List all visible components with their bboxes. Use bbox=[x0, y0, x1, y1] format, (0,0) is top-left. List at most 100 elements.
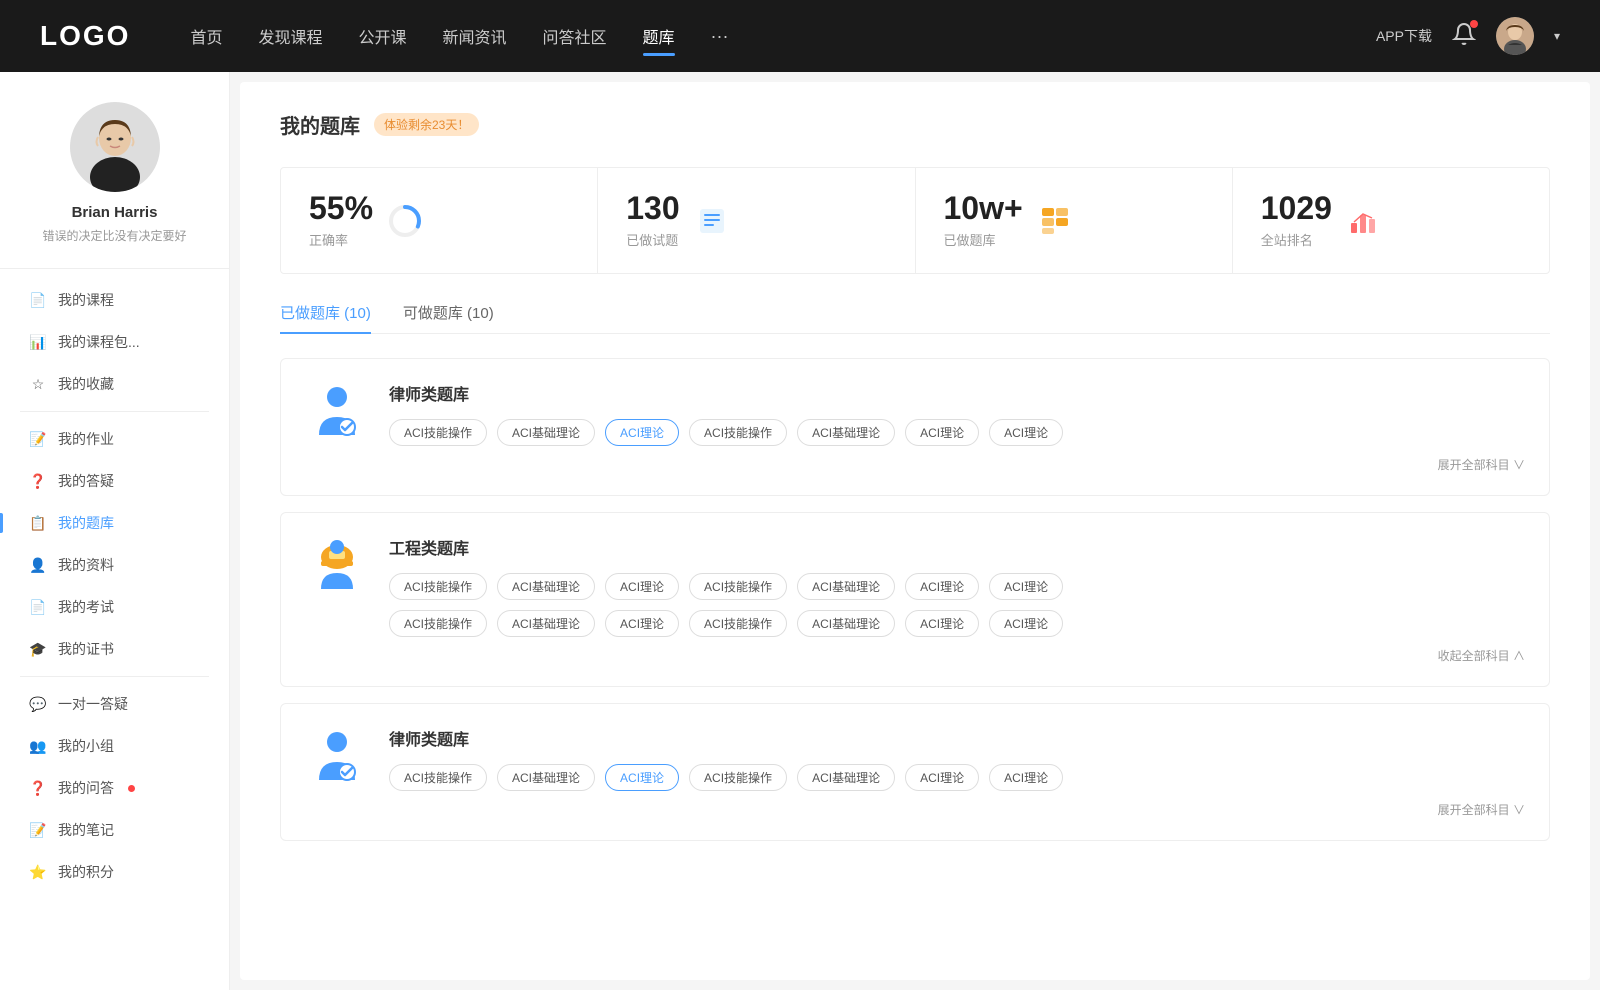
sidebar-item-1on1[interactable]: 💬 一对一答疑 bbox=[0, 683, 229, 725]
notification-dot bbox=[1470, 20, 1478, 28]
sidebar-divider-1 bbox=[20, 411, 209, 412]
sidebar-item-my-qa[interactable]: ❓ 我的问答 bbox=[0, 767, 229, 809]
nav-link-bank[interactable]: 题库 bbox=[643, 24, 675, 48]
eng-tag-1[interactable]: ACI技能操作 bbox=[389, 573, 487, 600]
qa-badge-dot bbox=[128, 785, 135, 792]
eng-tag-6[interactable]: ACI理论 bbox=[905, 573, 979, 600]
exam-icon: 📄 bbox=[30, 599, 46, 615]
bank-card-lawyer-2: 律师类题库 ACI技能操作 ACI基础理论 ACI理论 ACI技能操作 ACI基… bbox=[280, 703, 1550, 841]
sidebar-username: Brian Harris bbox=[72, 204, 158, 221]
bank-content-lawyer-1: 律师类题库 ACI技能操作 ACI基础理论 ACI理论 ACI技能操作 ACI基… bbox=[389, 381, 1525, 473]
grid-icon bbox=[1037, 203, 1073, 239]
nav-right: APP下载 ▾ bbox=[1376, 17, 1560, 55]
eng-tag-8[interactable]: ACI技能操作 bbox=[389, 610, 487, 637]
chart-icon bbox=[1346, 203, 1382, 239]
bank-icon: 📋 bbox=[30, 515, 46, 531]
list-icon bbox=[694, 203, 730, 239]
main-content: 我的题库 体验剩余23天！ 55% 正确率 bbox=[240, 82, 1590, 980]
nav-link-discover[interactable]: 发现课程 bbox=[258, 24, 322, 48]
notes-icon: 📝 bbox=[30, 822, 46, 838]
avatar[interactable] bbox=[1496, 17, 1534, 55]
sidebar-motto: 错误的决定比没有决定要好 bbox=[42, 227, 186, 244]
notification-bell[interactable] bbox=[1452, 22, 1476, 51]
stat-rank-label: 全站排名 bbox=[1261, 230, 1332, 249]
page-title: 我的题库 bbox=[280, 110, 360, 139]
sidebar-item-course-pack[interactable]: 📊 我的课程包... bbox=[0, 321, 229, 363]
stat-accuracy: 55% 正确率 bbox=[281, 168, 598, 273]
bank-content-lawyer-2: 律师类题库 ACI技能操作 ACI基础理论 ACI理论 ACI技能操作 ACI基… bbox=[389, 726, 1525, 818]
nav-link-open[interactable]: 公开课 bbox=[358, 24, 406, 48]
eng-tag-13[interactable]: ACI理论 bbox=[905, 610, 979, 637]
tag-7[interactable]: ACI理论 bbox=[989, 419, 1063, 446]
bank-card-engineer: 工程类题库 ACI技能操作 ACI基础理论 ACI理论 ACI技能操作 ACI基… bbox=[280, 512, 1550, 687]
sidebar-item-questions[interactable]: ❓ 我的答疑 bbox=[0, 460, 229, 502]
1on1-icon: 💬 bbox=[30, 696, 46, 712]
my-qa-icon: ❓ bbox=[30, 780, 46, 796]
sidebar-item-certificate[interactable]: 🎓 我的证书 bbox=[0, 628, 229, 670]
sidebar-menu: 📄 我的课程 📊 我的课程包... ☆ 我的收藏 📝 我的作业 ❓ 我的答疑 � bbox=[0, 269, 229, 903]
eng-tag-9[interactable]: ACI基础理论 bbox=[497, 610, 595, 637]
eng-tag-12[interactable]: ACI基础理论 bbox=[797, 610, 895, 637]
tag-3[interactable]: ACI理论 bbox=[605, 419, 679, 446]
app-download-button[interactable]: APP下载 bbox=[1376, 26, 1432, 46]
eng-tag-11[interactable]: ACI技能操作 bbox=[689, 610, 787, 637]
tab-available-banks[interactable]: 可做题库 (10) bbox=[403, 302, 494, 333]
nav-link-qa[interactable]: 问答社区 bbox=[543, 24, 607, 48]
l2-tag-4[interactable]: ACI技能操作 bbox=[689, 764, 787, 791]
sidebar-item-favorites[interactable]: ☆ 我的收藏 bbox=[0, 363, 229, 405]
lawyer-icon-2 bbox=[305, 726, 369, 790]
stat-done-value: 130 bbox=[626, 192, 679, 224]
l2-tag-1[interactable]: ACI技能操作 bbox=[389, 764, 487, 791]
sidebar-profile: Brian Harris 错误的决定比没有决定要好 bbox=[0, 102, 229, 269]
eng-tag-14[interactable]: ACI理论 bbox=[989, 610, 1063, 637]
l2-tag-7[interactable]: ACI理论 bbox=[989, 764, 1063, 791]
l2-tag-2[interactable]: ACI基础理论 bbox=[497, 764, 595, 791]
tabs-row: 已做题库 (10) 可做题库 (10) bbox=[280, 302, 1550, 334]
sidebar-item-homework[interactable]: 📝 我的作业 bbox=[0, 418, 229, 460]
nav-link-news[interactable]: 新闻资讯 bbox=[443, 24, 507, 48]
user-avatar bbox=[70, 102, 160, 192]
l2-tag-3[interactable]: ACI理论 bbox=[605, 764, 679, 791]
nav-link-more[interactable]: ··· bbox=[711, 26, 729, 47]
tag-4[interactable]: ACI技能操作 bbox=[689, 419, 787, 446]
bank-tags-engineer-row1: ACI技能操作 ACI基础理论 ACI理论 ACI技能操作 ACI基础理论 AC… bbox=[389, 573, 1525, 600]
profile-icon: 👤 bbox=[30, 557, 46, 573]
eng-tag-7[interactable]: ACI理论 bbox=[989, 573, 1063, 600]
eng-tag-10[interactable]: ACI理论 bbox=[605, 610, 679, 637]
sidebar-item-group[interactable]: 👥 我的小组 bbox=[0, 725, 229, 767]
nav-dropdown-arrow[interactable]: ▾ bbox=[1554, 29, 1560, 43]
eng-tag-3[interactable]: ACI理论 bbox=[605, 573, 679, 600]
collapse-button-engineer[interactable]: 收起全部科目 ∧ bbox=[389, 647, 1525, 664]
stat-done-label: 已做试题 bbox=[626, 230, 679, 249]
tag-6[interactable]: ACI理论 bbox=[905, 419, 979, 446]
expand-button-lawyer-1[interactable]: 展开全部科目 ∨ bbox=[389, 456, 1525, 473]
tag-1[interactable]: ACI技能操作 bbox=[389, 419, 487, 446]
nav-logo[interactable]: LOGO bbox=[40, 20, 130, 52]
eng-tag-5[interactable]: ACI基础理论 bbox=[797, 573, 895, 600]
engineer-icon bbox=[305, 535, 369, 599]
sidebar-item-exam[interactable]: 📄 我的考试 bbox=[0, 586, 229, 628]
bank-content-engineer: 工程类题库 ACI技能操作 ACI基础理论 ACI理论 ACI技能操作 ACI基… bbox=[389, 535, 1525, 664]
bank-title-engineer: 工程类题库 bbox=[389, 535, 1525, 559]
nav-link-home[interactable]: 首页 bbox=[190, 24, 222, 48]
sidebar-item-profile[interactable]: 👤 我的资料 bbox=[0, 544, 229, 586]
bank-tags-lawyer-1: ACI技能操作 ACI基础理论 ACI理论 ACI技能操作 ACI基础理论 AC… bbox=[389, 419, 1525, 446]
eng-tag-2[interactable]: ACI基础理论 bbox=[497, 573, 595, 600]
l2-tag-5[interactable]: ACI基础理论 bbox=[797, 764, 895, 791]
sidebar-item-my-courses[interactable]: 📄 我的课程 bbox=[0, 279, 229, 321]
stat-banks-value: 10w+ bbox=[944, 192, 1023, 224]
eng-tag-4[interactable]: ACI技能操作 bbox=[689, 573, 787, 600]
sidebar-item-points[interactable]: ⭐ 我的积分 bbox=[0, 851, 229, 893]
bank-tags-lawyer-2: ACI技能操作 ACI基础理论 ACI理论 ACI技能操作 ACI基础理论 AC… bbox=[389, 764, 1525, 791]
expand-button-lawyer-2[interactable]: 展开全部科目 ∨ bbox=[389, 801, 1525, 818]
tag-5[interactable]: ACI基础理论 bbox=[797, 419, 895, 446]
sidebar-item-notes[interactable]: 📝 我的笔记 bbox=[0, 809, 229, 851]
group-icon: 👥 bbox=[30, 738, 46, 754]
trial-badge: 体验剩余23天！ bbox=[374, 113, 479, 136]
tag-2[interactable]: ACI基础理论 bbox=[497, 419, 595, 446]
tab-done-banks[interactable]: 已做题库 (10) bbox=[280, 302, 371, 333]
stat-accuracy-label: 正确率 bbox=[309, 230, 373, 249]
sidebar-item-bank[interactable]: 📋 我的题库 bbox=[0, 502, 229, 544]
stat-banks-label: 已做题库 bbox=[944, 230, 1023, 249]
l2-tag-6[interactable]: ACI理论 bbox=[905, 764, 979, 791]
